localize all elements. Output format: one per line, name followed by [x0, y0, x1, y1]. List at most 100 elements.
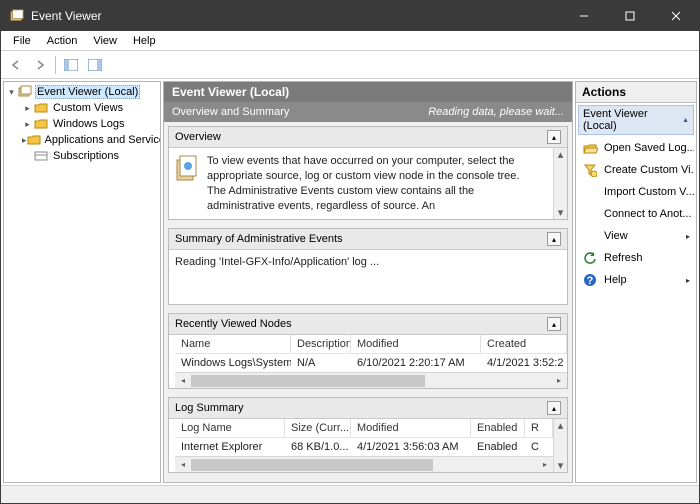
- blank-icon: [582, 228, 598, 244]
- folder-icon: [33, 100, 49, 116]
- scroll-left-icon[interactable]: ◂: [175, 376, 191, 385]
- col-enabled[interactable]: Enabled: [471, 419, 525, 437]
- menu-view[interactable]: View: [85, 33, 125, 49]
- toolbar: [1, 51, 699, 79]
- menu-file[interactable]: File: [5, 33, 39, 49]
- center-header-title: Overview and Summary Reading data, pleas…: [164, 102, 572, 122]
- chevron-up-icon[interactable]: ▴: [547, 401, 561, 415]
- col-description[interactable]: Description: [291, 335, 351, 353]
- collapse-icon[interactable]: ▾: [6, 87, 17, 98]
- chevron-up-icon[interactable]: ▴: [547, 130, 561, 144]
- scroll-right-icon[interactable]: ▸: [551, 376, 567, 385]
- blank-icon: [582, 184, 598, 200]
- tree-subscriptions[interactable]: Subscriptions: [4, 148, 160, 164]
- action-label: Open Saved Log...: [604, 142, 694, 154]
- action-create-custom-view[interactable]: Create Custom Vi...: [578, 159, 694, 181]
- cell-modified: 6/10/2021 2:20:17 AM: [351, 354, 481, 372]
- actions-title: Actions: [576, 82, 696, 103]
- tree-custom-views[interactable]: ▸ Custom Views: [4, 100, 160, 116]
- show-tree-button[interactable]: [60, 54, 82, 76]
- col-modified[interactable]: Modified: [351, 419, 471, 437]
- recent-hscroll[interactable]: ◂ ▸: [175, 372, 567, 388]
- expand-icon[interactable]: ▸: [22, 119, 33, 130]
- folder-open-icon: [582, 140, 598, 156]
- center-scroll[interactable]: Overview ▴ To view events that have occu…: [164, 122, 572, 482]
- refresh-icon: [582, 250, 598, 266]
- actions-pane: Actions Event Viewer (Local) ▲ Open Save…: [575, 81, 697, 483]
- submenu-arrow-icon: ▸: [686, 232, 690, 241]
- help-icon: ?: [582, 272, 598, 288]
- col-r[interactable]: R: [525, 419, 553, 437]
- admin-events-body: Reading 'Intel-GFX-Info/Application' log…: [169, 250, 567, 304]
- action-label: Help: [604, 274, 627, 286]
- tree-root[interactable]: ▾ Event Viewer (Local): [4, 84, 160, 100]
- chevron-up-icon[interactable]: ▴: [547, 317, 561, 331]
- minimize-button[interactable]: [561, 1, 607, 31]
- subscriptions-icon: [33, 148, 49, 164]
- tree-windows-logs[interactable]: ▸ Windows Logs: [4, 116, 160, 132]
- actions-context[interactable]: Event Viewer (Local) ▲: [578, 105, 694, 135]
- cell-created: 4/1/2021 3:52:2: [481, 354, 567, 372]
- action-view[interactable]: View ▸: [578, 225, 694, 247]
- table-header-row: Name Description Modified Created: [175, 335, 567, 354]
- scroll-left-icon[interactable]: ◂: [175, 460, 191, 469]
- log-summary-header[interactable]: Log Summary ▴: [169, 398, 567, 419]
- overview-section-header[interactable]: Overview ▴: [169, 127, 567, 148]
- action-label: Create Custom Vi...: [604, 164, 694, 176]
- tree-item-label: Subscriptions: [51, 150, 121, 162]
- close-button[interactable]: [653, 1, 699, 31]
- submenu-arrow-icon: ▸: [686, 276, 690, 285]
- tree-item-label: Custom Views: [51, 102, 125, 114]
- action-connect-another[interactable]: Connect to Anot...: [578, 203, 694, 225]
- col-name[interactable]: Name: [175, 335, 291, 353]
- scroll-right-icon[interactable]: ▸: [537, 460, 553, 469]
- maximize-button[interactable]: [607, 1, 653, 31]
- recent-nodes-header[interactable]: Recently Viewed Nodes ▴: [169, 314, 567, 335]
- recent-nodes-section: Recently Viewed Nodes ▴ Name Description…: [168, 313, 568, 389]
- action-label: Refresh: [604, 252, 643, 264]
- action-refresh[interactable]: Refresh: [578, 247, 694, 269]
- col-modified[interactable]: Modified: [351, 335, 481, 353]
- tree-item-label: Applications and Services Lo: [43, 134, 160, 146]
- summary-vscroll[interactable]: ▴▾: [553, 419, 567, 472]
- toolbar-separator: [55, 56, 56, 74]
- actions-context-label: Event Viewer (Local): [583, 108, 682, 132]
- log-summary-table: Log Name Size (Curr... Modified Enabled …: [175, 419, 553, 456]
- menu-bar: File Action View Help: [1, 31, 699, 51]
- overview-section: Overview ▴ To view events that have occu…: [168, 126, 568, 220]
- center-header-node: Event Viewer (Local): [164, 82, 572, 102]
- actions-list: Open Saved Log... Create Custom Vi... Im…: [578, 137, 694, 291]
- back-button[interactable]: [5, 54, 27, 76]
- filter-new-icon: [582, 162, 598, 178]
- expand-icon[interactable]: ▸: [22, 103, 33, 114]
- folder-icon: [33, 116, 49, 132]
- log-summary-section: Log Summary ▴ Log Name Size (Curr... Mod…: [168, 397, 568, 473]
- reading-status: Reading data, please wait...: [428, 106, 564, 118]
- chevron-up-icon[interactable]: ▴: [547, 232, 561, 246]
- overview-text: To view events that have occurred on you…: [207, 154, 547, 213]
- action-import-custom-view[interactable]: Import Custom V...: [578, 181, 694, 203]
- center-pane: Event Viewer (Local) Overview and Summar…: [163, 81, 573, 483]
- col-size[interactable]: Size (Curr...: [285, 419, 351, 437]
- table-row[interactable]: Windows Logs\System N/A 6/10/2021 2:20:1…: [175, 354, 567, 372]
- overview-scrollbar[interactable]: ▴▾: [553, 148, 567, 219]
- show-actions-button[interactable]: [84, 54, 106, 76]
- table-header-row: Log Name Size (Curr... Modified Enabled …: [175, 419, 553, 438]
- summary-hscroll[interactable]: ◂ ▸: [175, 456, 553, 472]
- forward-button[interactable]: [29, 54, 51, 76]
- app-window: Event Viewer File Action View Help ▾ Eve…: [0, 0, 700, 504]
- cell-name: Windows Logs\System: [175, 354, 291, 372]
- title-bar: Event Viewer: [1, 1, 699, 31]
- action-open-saved-log[interactable]: Open Saved Log...: [578, 137, 694, 159]
- menu-help[interactable]: Help: [125, 33, 164, 49]
- menu-action[interactable]: Action: [39, 33, 86, 49]
- blank-icon: [582, 206, 598, 222]
- col-logname[interactable]: Log Name: [175, 419, 285, 437]
- col-created[interactable]: Created: [481, 335, 567, 353]
- admin-events-header[interactable]: Summary of Administrative Events ▴: [169, 229, 567, 250]
- console-tree[interactable]: ▾ Event Viewer (Local) ▸ Custom Views ▸ …: [4, 82, 160, 482]
- tree-app-services-logs[interactable]: ▸ Applications and Services Lo: [4, 132, 160, 148]
- table-row[interactable]: Internet Explorer 68 KB/1.0... 4/1/2021 …: [175, 438, 553, 456]
- action-help[interactable]: ? Help ▸: [578, 269, 694, 291]
- triangle-up-icon: ▲: [682, 117, 689, 124]
